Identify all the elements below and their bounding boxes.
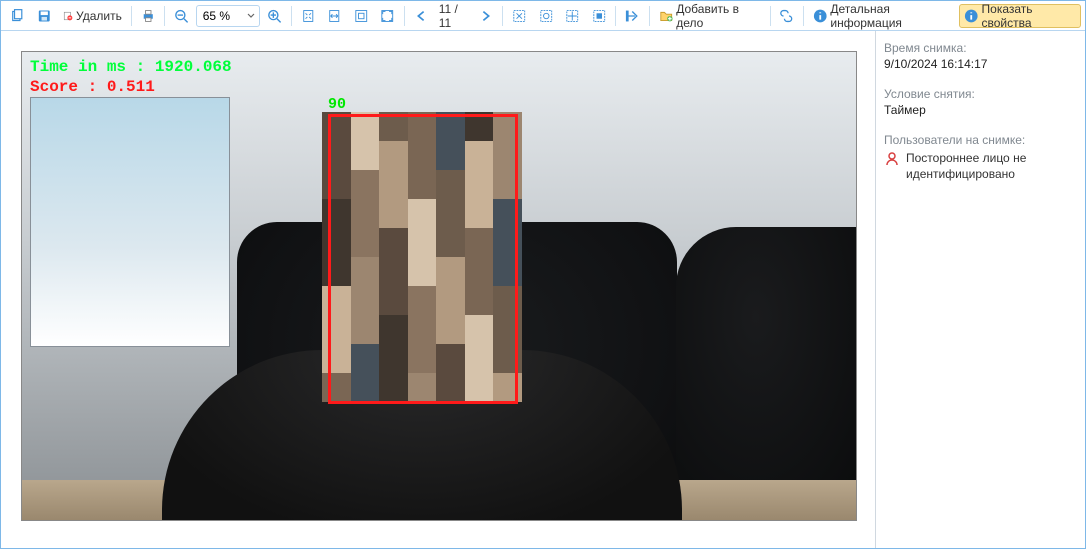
save-button[interactable] (32, 4, 57, 28)
page-display: 11 / 11 (435, 2, 473, 30)
link-icon (779, 8, 794, 24)
capture-condition-value: Таймер (884, 103, 1077, 117)
detail-info-label: Детальная информация (830, 2, 952, 30)
toolbar: Удалить 65 % 11 / 11 (1, 1, 1085, 31)
zoom-value: 65 % (203, 9, 230, 23)
link-button[interactable] (774, 4, 799, 28)
snapshot-time-label: Время снимка: (884, 41, 1077, 55)
page-nav: 11 / 11 (409, 2, 499, 30)
toolbar-separator (131, 6, 132, 26)
add-to-case-label: Добавить в дело (676, 2, 760, 30)
fullscreen-icon (380, 8, 395, 24)
toolbar-separator (615, 6, 616, 26)
region-1-button[interactable] (507, 4, 532, 28)
snapshot-frame: 90 Time in ms : 1920.068 Score : 0.511 (21, 51, 857, 521)
toolbar-separator (803, 6, 804, 26)
scene-backpack (676, 227, 857, 521)
region-2-button[interactable] (534, 4, 559, 28)
show-properties-label: Показать свойства (982, 2, 1076, 30)
fullscreen-button[interactable] (375, 4, 400, 28)
face-detection-box (328, 114, 518, 404)
chevron-down-icon (247, 12, 255, 20)
show-properties-button[interactable]: Показать свойства (959, 4, 1081, 28)
users-label: Пользователи на снимке: (884, 133, 1077, 147)
actual-size-button[interactable] (349, 4, 374, 28)
user-status-line1: Постороннее лицо не (906, 151, 1026, 167)
fit-width-button[interactable] (322, 4, 347, 28)
toolbar-separator (164, 6, 165, 26)
arrow-left-icon (414, 8, 428, 24)
fit-page-icon (301, 8, 316, 24)
content: 90 Time in ms : 1920.068 Score : 0.511 В… (1, 31, 1085, 548)
scene-window (30, 97, 230, 347)
export-icon (625, 8, 640, 24)
delete-button[interactable]: Удалить (58, 4, 127, 28)
info-icon (964, 8, 978, 24)
region-icon (539, 8, 554, 24)
detail-info-button[interactable]: Детальная информация (808, 4, 957, 28)
snapshot-time-value: 9/10/2024 16:14:17 (884, 57, 1077, 71)
snapshot-time-section: Время снимка: 9/10/2024 16:14:17 (884, 41, 1077, 71)
add-to-case-button[interactable]: Добавить в дело (654, 4, 766, 28)
overlay-time-text: Time in ms : 1920.068 (30, 58, 232, 76)
actual-size-icon (354, 8, 369, 24)
capture-condition-section: Условие снятия: Таймер (884, 87, 1077, 117)
export-button[interactable] (620, 4, 645, 28)
zoom-in-button[interactable] (262, 4, 287, 28)
region-icon (565, 8, 580, 24)
toolbar-separator (770, 6, 771, 26)
region-3-button[interactable] (560, 4, 585, 28)
fit-page-button[interactable] (296, 4, 321, 28)
folder-add-icon (659, 8, 673, 24)
page-current: 11 (439, 2, 451, 16)
user-status-line2: идентифицировано (906, 167, 1026, 183)
print-button[interactable] (136, 4, 161, 28)
user-entry: Постороннее лицо не идентифицировано (884, 151, 1077, 182)
delete-icon (63, 8, 73, 24)
overlay-score-text: Score : 0.511 (30, 78, 155, 96)
zoom-in-icon (267, 8, 282, 24)
toolbar-separator (404, 6, 405, 26)
next-page-button[interactable] (474, 4, 498, 28)
zoom-select[interactable]: 65 % (196, 5, 261, 27)
toolbar-separator (291, 6, 292, 26)
save-icon (37, 8, 52, 24)
delete-label: Удалить (76, 9, 122, 23)
region-4-button[interactable] (587, 4, 612, 28)
toolbar-separator (649, 6, 650, 26)
copy-icon (10, 8, 25, 24)
print-icon (141, 8, 156, 24)
toolbar-separator (502, 6, 503, 26)
person-alert-icon (884, 151, 900, 167)
users-on-snapshot-section: Пользователи на снимке: Постороннее лицо… (884, 133, 1077, 182)
zoom-out-icon (174, 8, 189, 24)
prev-page-button[interactable] (409, 4, 433, 28)
zoom-out-button[interactable] (169, 4, 194, 28)
user-status-text: Постороннее лицо не идентифицировано (906, 151, 1026, 182)
image-viewer[interactable]: 90 Time in ms : 1920.068 Score : 0.511 (1, 31, 875, 548)
page-total: 11 (439, 16, 451, 30)
arrow-right-icon (479, 8, 493, 24)
region-icon (512, 8, 527, 24)
capture-condition-label: Условие снятия: (884, 87, 1077, 101)
properties-panel: Время снимка: 9/10/2024 16:14:17 Условие… (875, 31, 1085, 548)
fit-width-icon (327, 8, 342, 24)
info-icon (813, 8, 827, 24)
copy-button[interactable] (5, 4, 30, 28)
region-icon (592, 8, 607, 24)
face-confidence-label: 90 (328, 96, 346, 113)
